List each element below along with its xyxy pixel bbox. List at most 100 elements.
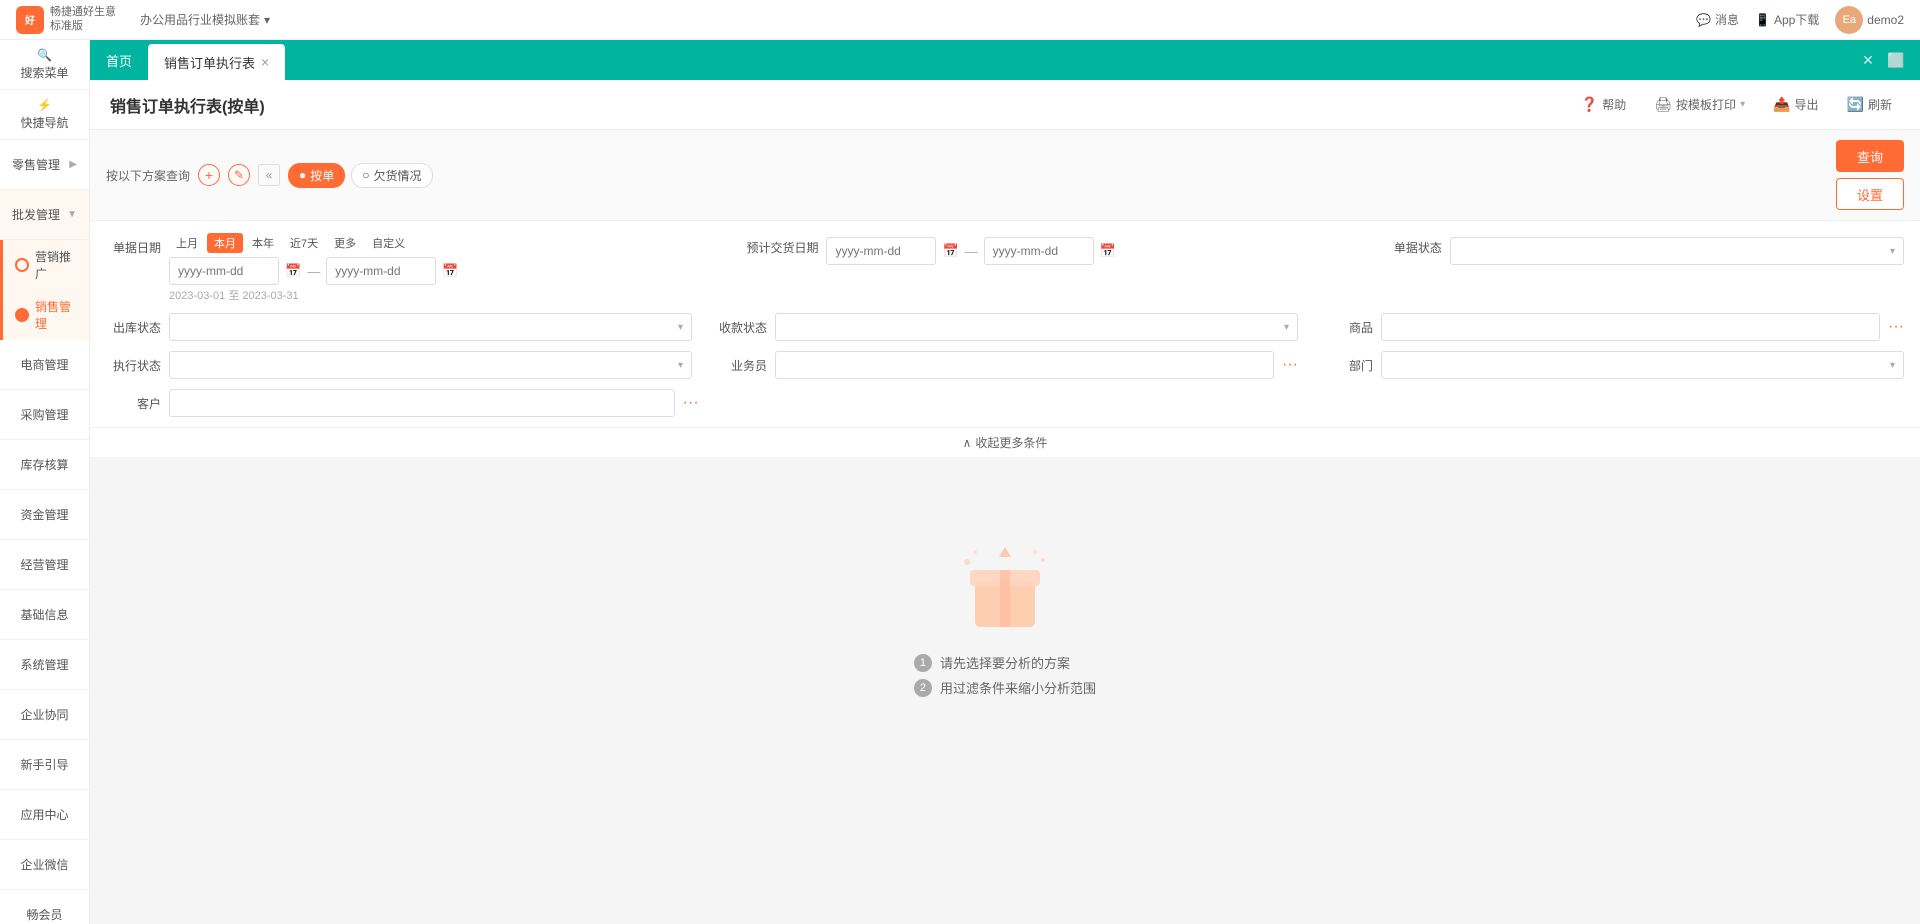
empty-svg: [955, 542, 1055, 632]
dept-select[interactable]: ▾: [1381, 351, 1904, 379]
help-btn[interactable]: ❓ 帮助: [1573, 92, 1634, 117]
expected-date-sep: —: [965, 244, 978, 259]
tab-restore-btn[interactable]: ⬜: [1884, 48, 1908, 72]
salesperson-cell: 业务员 ···: [712, 351, 1298, 379]
dept-label: 部门: [1318, 357, 1373, 374]
logo-icon: 好: [16, 6, 44, 34]
breadcrumb[interactable]: 办公用品行业模拟账套 ▾: [140, 11, 270, 28]
sales-dot: [15, 308, 29, 322]
expected-date-from-input[interactable]: [826, 237, 936, 265]
quicknav-icon: ⚡: [37, 98, 52, 112]
sidebar-item-ops[interactable]: 经营管理: [0, 540, 89, 590]
goods-label: 商品: [1318, 319, 1373, 336]
date-tab-lastmonth[interactable]: 上月: [169, 233, 205, 253]
customer-label: 客户: [106, 395, 161, 412]
user-action[interactable]: Ea demo2: [1835, 6, 1904, 34]
delivery-cell: 出库状态 ▾: [106, 313, 692, 341]
salesperson-dots-icon[interactable]: ···: [1282, 356, 1298, 374]
date-tab-7days[interactable]: 近7天: [283, 233, 325, 253]
sidebar-item-wholesale[interactable]: 批发管理 ▼: [0, 190, 89, 240]
quehuo-icon: ○: [362, 168, 369, 182]
date-to-calendar-icon[interactable]: 📅: [442, 263, 458, 279]
payment-select[interactable]: ▾: [775, 313, 1298, 341]
settings-button[interactable]: 设置: [1836, 178, 1904, 210]
date-from-calendar-icon[interactable]: 📅: [285, 263, 301, 279]
customer-dots-icon[interactable]: ···: [683, 394, 699, 412]
finance-label: 资金管理: [20, 506, 68, 523]
expected-date-inputs-row: 📅 — 📅: [826, 237, 1366, 265]
date-tab-custom[interactable]: 自定义: [365, 233, 412, 253]
expected-date-to-input[interactable]: [984, 237, 1094, 265]
tab-sales-order-exec[interactable]: 销售订单执行表 ×: [148, 44, 285, 80]
avatar: Ea: [1835, 6, 1863, 34]
basic-label: 基础信息: [20, 606, 68, 623]
sidebar-item-basic[interactable]: 基础信息: [0, 590, 89, 640]
sidebar-item-marketing[interactable]: 营销推广: [3, 240, 89, 290]
search-icon: 🔍: [37, 48, 52, 62]
query-button[interactable]: 查询: [1836, 140, 1904, 172]
payment-label: 收款状态: [712, 319, 767, 336]
scheme-tag-quehuo[interactable]: ○ 欠货情况: [351, 163, 432, 188]
customer-input[interactable]: [169, 389, 675, 417]
sidebar-search[interactable]: 🔍 搜索菜单: [0, 40, 89, 90]
filter-date-row: 单据日期 上月 本月 本年 近7天 更多 自定义: [90, 221, 1920, 303]
system-label: 系统管理: [20, 656, 68, 673]
scheme-tags: ● 按单 ○ 欠货情况: [288, 163, 433, 188]
goods-cell: 商品 ···: [1318, 313, 1904, 341]
delivery-select[interactable]: ▾: [169, 313, 692, 341]
date-from-input[interactable]: [169, 257, 279, 285]
refresh-btn[interactable]: 🔄 刷新: [1839, 92, 1900, 117]
dept-dropdown-icon: ▾: [1890, 360, 1895, 371]
marketing-dot: [15, 258, 29, 272]
sidebar-item-purchase[interactable]: 采购管理: [0, 390, 89, 440]
inventory-label: 库存核算: [20, 456, 68, 473]
tab-close-icon[interactable]: ×: [261, 55, 269, 69]
sidebar-item-membership[interactable]: 畅会员: [0, 890, 89, 924]
date-tab-more[interactable]: 更多: [327, 233, 363, 253]
sidebar-item-quick-nav[interactable]: ⚡ 快捷导航: [0, 90, 89, 140]
print-btn[interactable]: 🖨 按模板打印 ▾: [1646, 92, 1753, 117]
sidebar-item-sales[interactable]: 销售管理: [3, 290, 89, 340]
export-icon: 📤: [1773, 96, 1790, 113]
scheme-add-btn[interactable]: +: [198, 164, 220, 186]
sidebar-item-finance[interactable]: 资金管理: [0, 490, 89, 540]
goods-input[interactable]: [1381, 313, 1880, 341]
sidebar-item-corp[interactable]: 企业协同: [0, 690, 89, 740]
filter-panel: 按以下方案查询 + ✎ « ● 按单: [90, 130, 1920, 457]
step-1-text: 请先选择要分析的方案: [940, 653, 1070, 672]
date-tab-thisyear[interactable]: 本年: [245, 233, 281, 253]
appcenter-label: 应用中心: [20, 806, 68, 823]
scheme-tag-danju[interactable]: ● 按单: [288, 163, 345, 188]
scheme-collapse-btn[interactable]: «: [258, 164, 280, 186]
delivery-content: ▾: [169, 313, 692, 341]
sidebar-item-app-center[interactable]: 应用中心: [0, 790, 89, 840]
status-select[interactable]: ▾: [1450, 237, 1904, 265]
salesperson-input[interactable]: [775, 351, 1274, 379]
expected-date-label: 预计交货日期: [746, 239, 818, 256]
tab-bar-actions: ✕ ⬜: [1844, 40, 1920, 80]
exec-dropdown-icon: ▾: [678, 360, 683, 371]
tab-home[interactable]: 首页: [90, 40, 148, 80]
date-tab-thismonth[interactable]: 本月: [207, 233, 243, 253]
sidebar-item-ecommerce[interactable]: 电商管理: [0, 340, 89, 390]
goods-dots-icon[interactable]: ···: [1888, 318, 1904, 336]
sidebar-item-newbie[interactable]: 新手引导: [0, 740, 89, 790]
page-header: 销售订单执行表(按单) ❓ 帮助 🖨 按模板打印 ▾ 📤 导出: [90, 80, 1920, 130]
sidebar-item-retail[interactable]: 零售管理 ▶: [0, 140, 89, 190]
export-btn[interactable]: 📤 导出: [1765, 92, 1826, 117]
app-download-action[interactable]: 📱 App下载: [1755, 11, 1819, 28]
sidebar-item-corp-wechat[interactable]: 企业微信: [0, 840, 89, 890]
sidebar-item-inventory[interactable]: 库存核算: [0, 440, 89, 490]
date-inputs-row: 📅 — 📅: [169, 257, 726, 285]
exec-select[interactable]: ▾: [169, 351, 692, 379]
date-to-input[interactable]: [326, 257, 436, 285]
expected-to-calendar-icon[interactable]: 📅: [1100, 243, 1116, 259]
collapse-bar[interactable]: ∧ 收起更多条件: [90, 427, 1920, 457]
sidebar-item-system[interactable]: 系统管理: [0, 640, 89, 690]
date-field: 单据日期 上月 本月 本年 近7天 更多 自定义: [106, 233, 726, 303]
expected-from-calendar-icon[interactable]: 📅: [942, 243, 958, 259]
step-num-1: 1: [914, 654, 932, 672]
tab-close-window-btn[interactable]: ✕: [1856, 48, 1880, 72]
message-action[interactable]: 💬 消息: [1696, 11, 1739, 28]
scheme-edit-btn[interactable]: ✎: [228, 164, 250, 186]
